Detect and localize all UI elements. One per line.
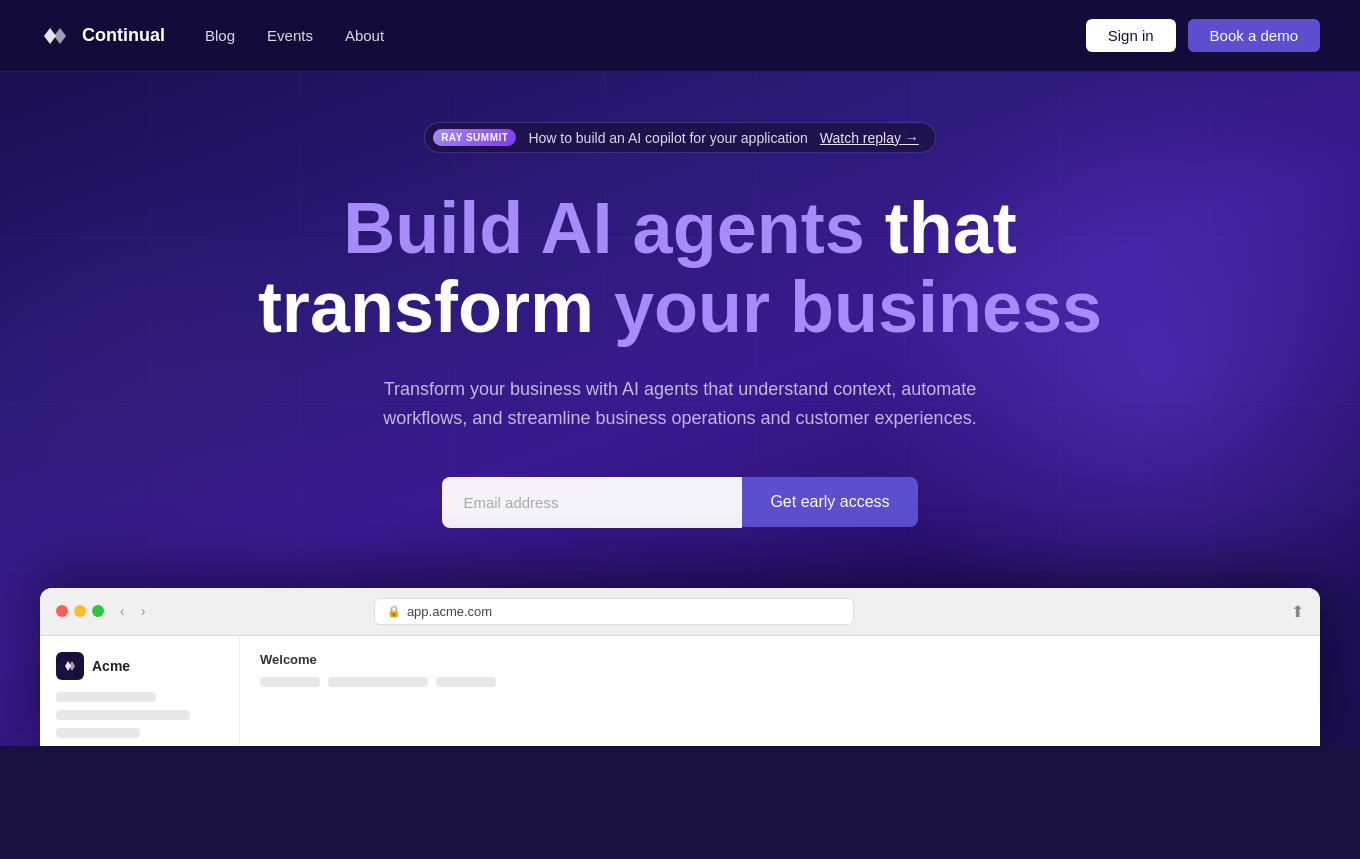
browser-dot-minimize[interactable] bbox=[74, 605, 86, 617]
app-logo-row: Acme bbox=[56, 652, 223, 680]
hero-subtext: Transform your business with AI agents t… bbox=[340, 375, 1020, 433]
headline-part4: your business bbox=[614, 267, 1102, 347]
headline-part3: transform bbox=[258, 267, 614, 347]
browser-share-icon[interactable]: ⬆ bbox=[1291, 602, 1304, 621]
browser-forward-icon[interactable]: › bbox=[137, 601, 150, 621]
browser-url-bar[interactable]: 🔒 app.acme.com bbox=[374, 598, 854, 625]
nav-link-about[interactable]: About bbox=[345, 27, 384, 44]
banner-text: How to build an AI copilot for your appl… bbox=[528, 130, 807, 146]
banner-badge: RAY SUMMIT bbox=[433, 129, 516, 146]
hero-content: RAY SUMMIT How to build an AI copilot fo… bbox=[0, 122, 1360, 588]
browser-mockup: ‹ › 🔒 app.acme.com ⬆ bbox=[40, 588, 1320, 746]
logo-text: Continual bbox=[82, 25, 165, 46]
hero-headline: Build AI agents that transform your busi… bbox=[258, 189, 1102, 347]
browser-content: Acme Welcome bbox=[40, 636, 1320, 746]
browser-bar: ‹ › 🔒 app.acme.com ⬆ bbox=[40, 588, 1320, 636]
browser-back-icon[interactable]: ‹ bbox=[116, 601, 129, 621]
content-skel-3 bbox=[436, 677, 496, 687]
app-sidebar: Acme bbox=[40, 636, 240, 746]
app-welcome-label: Welcome bbox=[260, 652, 1300, 667]
app-logo-icon bbox=[56, 652, 84, 680]
lock-icon: 🔒 bbox=[387, 605, 401, 618]
nav-links: Blog Events About bbox=[205, 27, 384, 45]
nav-link-blog[interactable]: Blog bbox=[205, 27, 235, 44]
email-input[interactable] bbox=[442, 477, 742, 528]
headline-part1: Build AI agents bbox=[343, 188, 864, 268]
browser-dot-close[interactable] bbox=[56, 605, 68, 617]
banner-watch-replay-link[interactable]: Watch replay → bbox=[820, 130, 919, 146]
content-skels bbox=[260, 677, 1300, 687]
sidebar-skel-2 bbox=[56, 710, 190, 720]
content-skel-2 bbox=[328, 677, 428, 687]
navbar: Continual Blog Events About Sign in Book… bbox=[0, 0, 1360, 72]
nav-link-events[interactable]: Events bbox=[267, 27, 313, 44]
banner: RAY SUMMIT How to build an AI copilot fo… bbox=[424, 122, 936, 153]
browser-mockup-wrapper: ‹ › 🔒 app.acme.com ⬆ bbox=[40, 588, 1320, 746]
nav-right: Sign in Book a demo bbox=[1086, 19, 1320, 52]
hero-section: RAY SUMMIT How to build an AI copilot fo… bbox=[0, 72, 1360, 746]
content-skel-1 bbox=[260, 677, 320, 687]
nav-left: Continual Blog Events About bbox=[40, 24, 384, 48]
sidebar-skeleton bbox=[56, 692, 223, 738]
logo[interactable]: Continual bbox=[40, 24, 165, 48]
cta-row: Get early access bbox=[442, 477, 917, 528]
browser-nav: ‹ › bbox=[116, 601, 149, 621]
logo-icon bbox=[40, 24, 72, 48]
signin-button[interactable]: Sign in bbox=[1086, 19, 1176, 52]
app-main: Welcome bbox=[240, 636, 1320, 746]
headline-part2: that bbox=[885, 188, 1017, 268]
sidebar-skel-1 bbox=[56, 692, 156, 702]
app-name-label: Acme bbox=[92, 658, 130, 674]
book-demo-button[interactable]: Book a demo bbox=[1188, 19, 1320, 52]
early-access-button[interactable]: Get early access bbox=[742, 477, 917, 527]
browser-url-text: app.acme.com bbox=[407, 604, 492, 619]
browser-dot-maximize[interactable] bbox=[92, 605, 104, 617]
sidebar-skel-3 bbox=[56, 728, 140, 738]
browser-dots bbox=[56, 605, 104, 617]
